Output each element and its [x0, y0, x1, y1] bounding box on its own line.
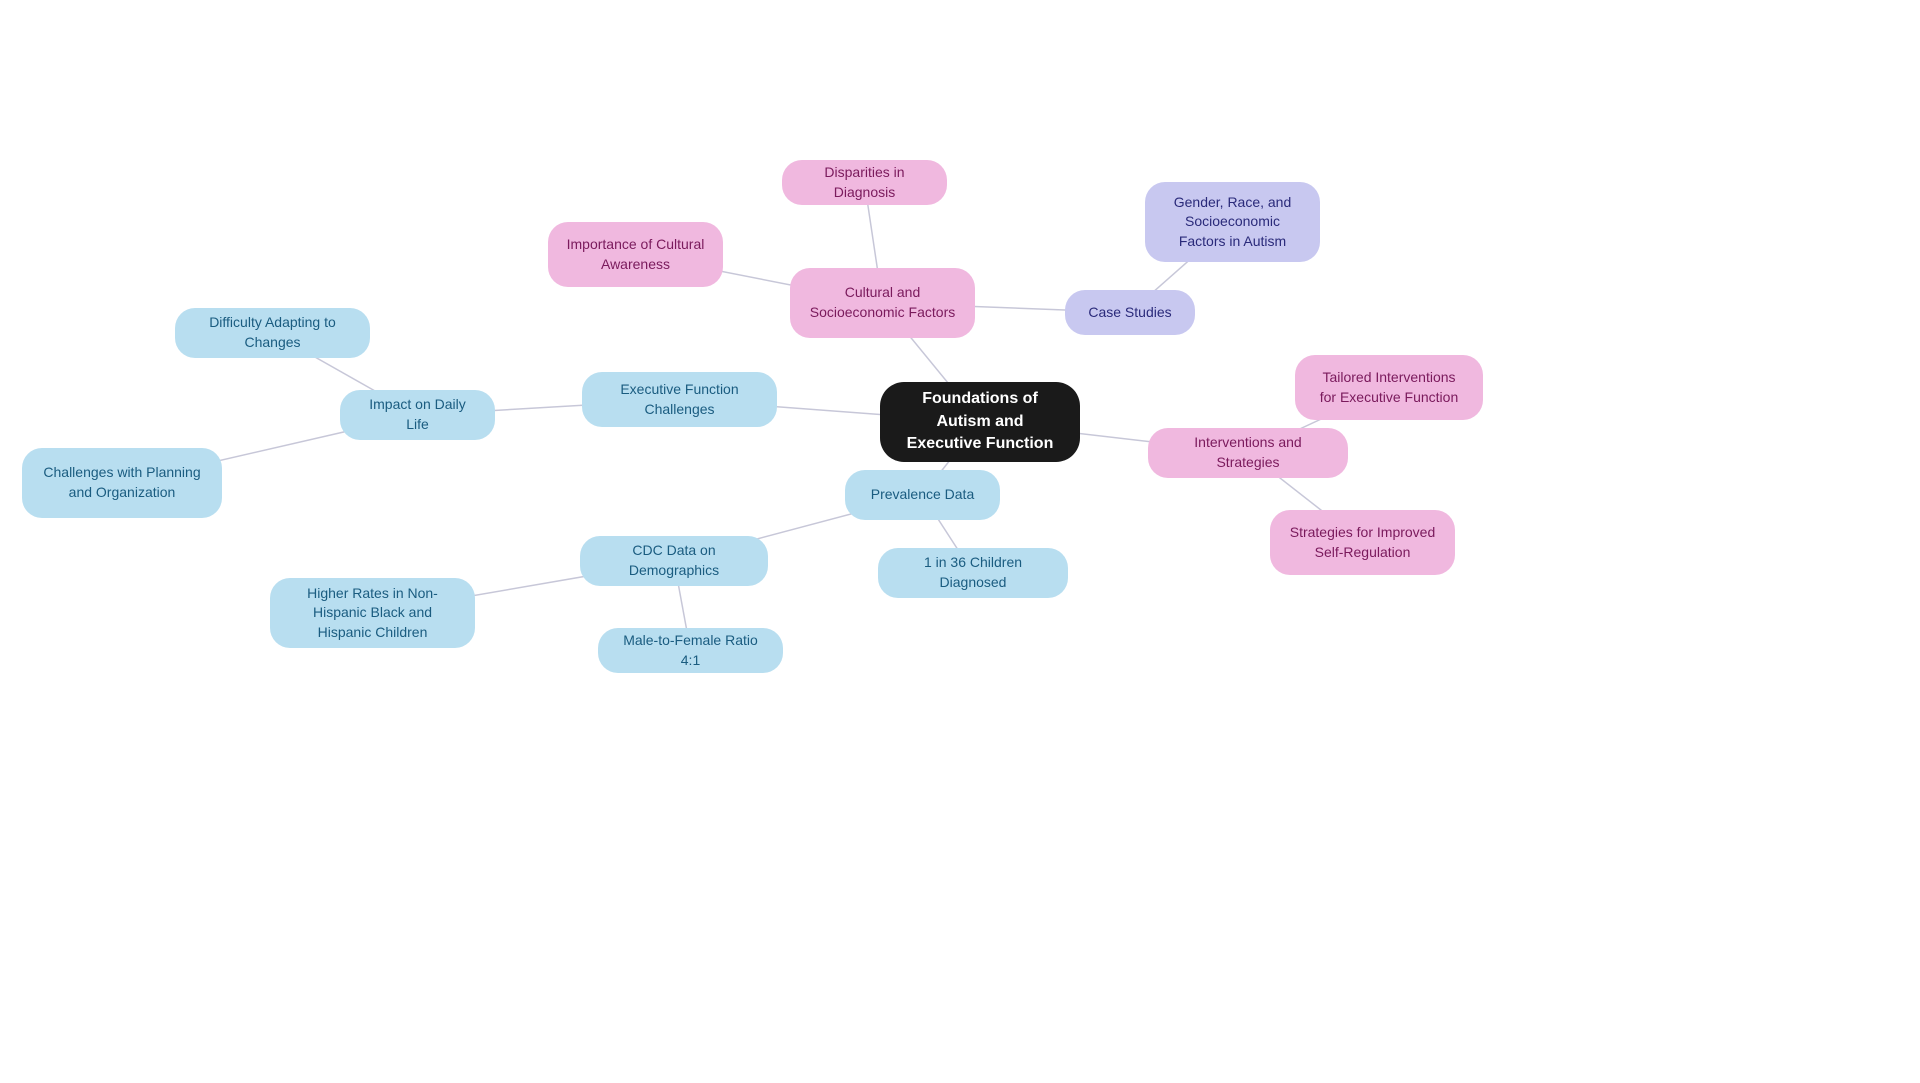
node-gender-race[interactable]: Gender, Race, and Socioeconomic Factors … [1145, 182, 1320, 262]
node-interventions-strategies[interactable]: Interventions and Strategies [1148, 428, 1348, 478]
node-cdc-data[interactable]: CDC Data on Demographics [580, 536, 768, 586]
node-prevalence-data[interactable]: Prevalence Data [845, 470, 1000, 520]
node-difficulty-adapting[interactable]: Difficulty Adapting to Changes [175, 308, 370, 358]
node-male-female[interactable]: Male-to-Female Ratio 4:1 [598, 628, 783, 673]
node-executive-function[interactable]: Executive Function Challenges [582, 372, 777, 427]
center-node[interactable]: Foundations of Autism and Executive Func… [880, 382, 1080, 462]
node-one-in-36[interactable]: 1 in 36 Children Diagnosed [878, 548, 1068, 598]
node-challenges-planning[interactable]: Challenges with Planning and Organizatio… [22, 448, 222, 518]
node-strategies-self-reg[interactable]: Strategies for Improved Self-Regulation [1270, 510, 1455, 575]
node-impact-daily[interactable]: Impact on Daily Life [340, 390, 495, 440]
node-tailored-interventions[interactable]: Tailored Interventions for Executive Fun… [1295, 355, 1483, 420]
node-case-studies[interactable]: Case Studies [1065, 290, 1195, 335]
node-higher-rates[interactable]: Higher Rates in Non-Hispanic Black and H… [270, 578, 475, 648]
node-disparities-diagnosis[interactable]: Disparities in Diagnosis [782, 160, 947, 205]
node-importance-cultural[interactable]: Importance of Cultural Awareness [548, 222, 723, 287]
node-cultural-socioeconomic[interactable]: Cultural and Socioeconomic Factors [790, 268, 975, 338]
